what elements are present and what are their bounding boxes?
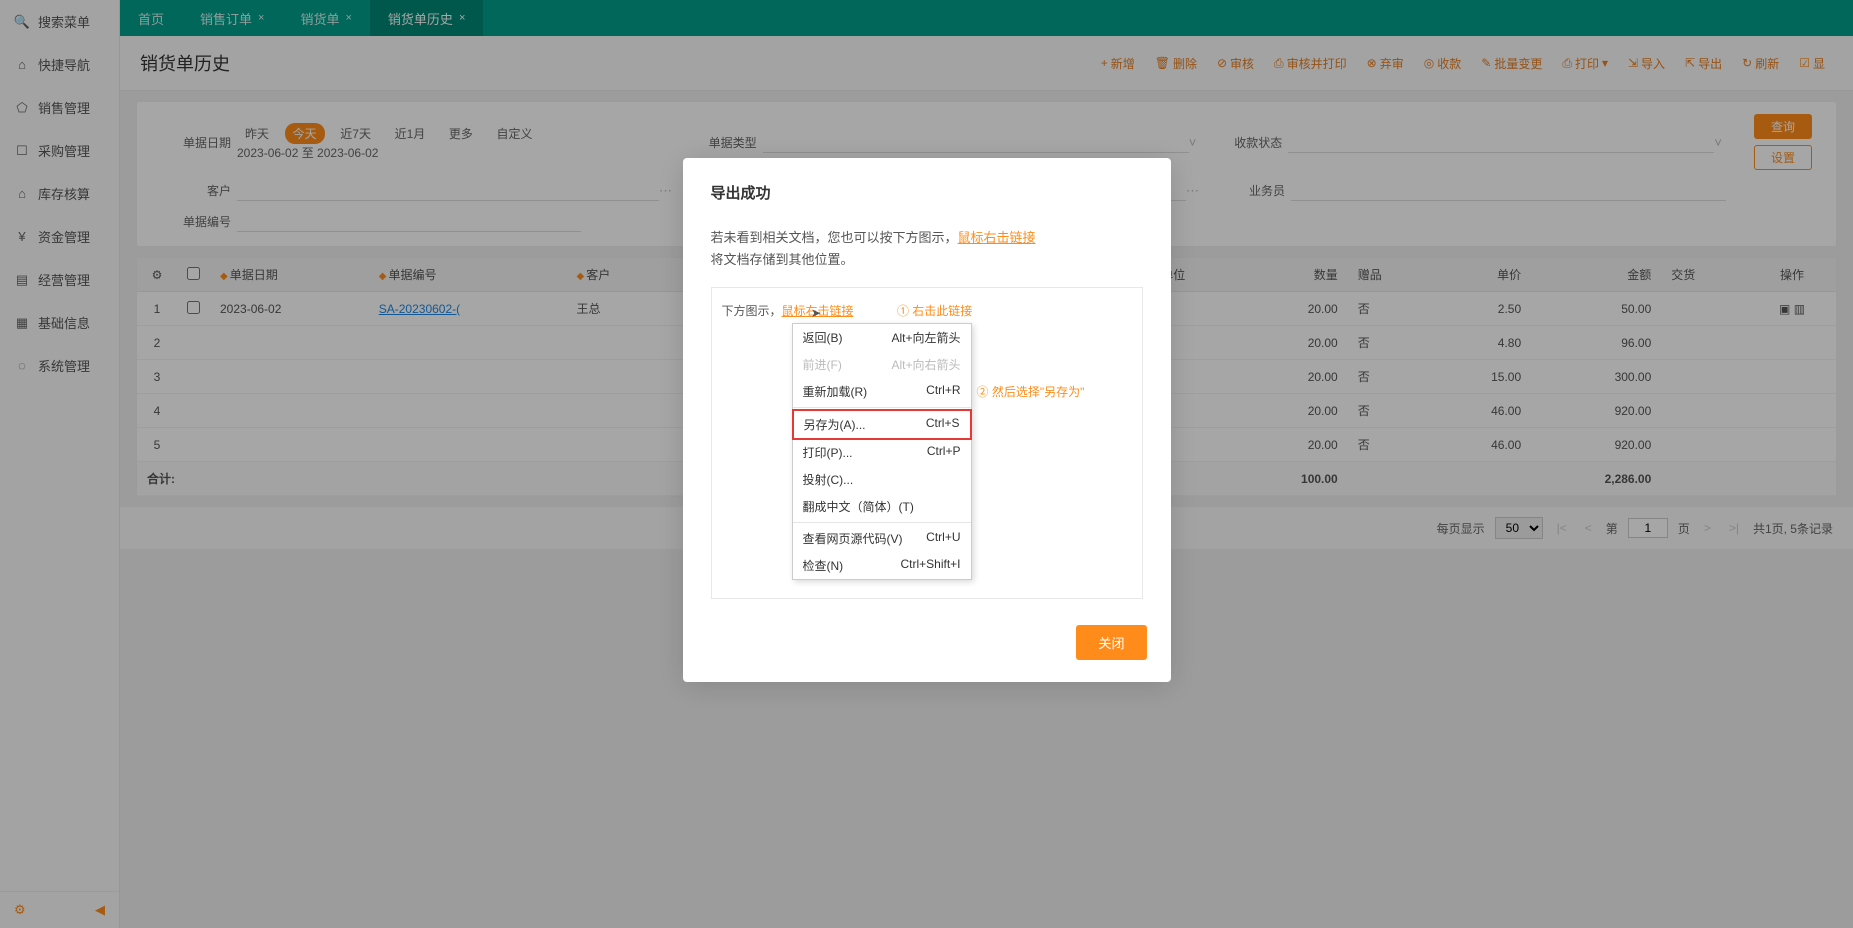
- right-click-link[interactable]: 鼠标右击链接: [958, 230, 1036, 245]
- modal-text: 若未看到相关文档，您也可以按下方图示，鼠标右击链接 将文档存储到其他位置。: [711, 227, 1143, 271]
- annotation-1: ① 右击此链接: [897, 302, 972, 319]
- context-menu-item: 打印(P)...Ctrl+P: [793, 439, 971, 466]
- context-menu-item: 检查(N)Ctrl+Shift+I: [793, 552, 971, 579]
- context-menu-item: 翻成中文（简体）(T): [793, 493, 971, 520]
- demo-header: 下方图示，鼠标右击链接 ➤: [722, 302, 867, 319]
- modal-overlay: 导出成功 若未看到相关文档，您也可以按下方图示，鼠标右击链接 将文档存储到其他位…: [0, 0, 1853, 928]
- annotation-2: ② 然后选择"另存为": [977, 383, 1085, 400]
- context-menu-item: 返回(B)Alt+向左箭头: [793, 324, 971, 351]
- demo-box: 下方图示，鼠标右击链接 ➤ ① 右击此链接 返回(B)Alt+向左箭头前进(F)…: [711, 287, 1143, 599]
- context-menu-item: 投射(C)...: [793, 466, 971, 493]
- context-menu: 返回(B)Alt+向左箭头前进(F)Alt+向右箭头重新加载(R)Ctrl+R 另…: [792, 323, 972, 580]
- context-menu-item: 重新加载(R)Ctrl+R: [793, 378, 971, 405]
- modal-text-part: 若未看到相关文档，您也可以按下方图示，: [711, 230, 958, 245]
- cursor-icon: ➤: [811, 306, 821, 320]
- export-success-modal: 导出成功 若未看到相关文档，您也可以按下方图示，鼠标右击链接 将文档存储到其他位…: [683, 158, 1171, 682]
- context-menu-item: 前进(F)Alt+向右箭头: [793, 351, 971, 378]
- modal-title: 导出成功: [711, 182, 1143, 203]
- modal-text-part: 将文档存储到其他位置。: [711, 252, 854, 267]
- context-menu-item: 查看网页源代码(V)Ctrl+U: [793, 525, 971, 552]
- context-menu-item: 另存为(A)...Ctrl+S: [792, 409, 972, 440]
- close-button[interactable]: 关闭: [1076, 625, 1146, 660]
